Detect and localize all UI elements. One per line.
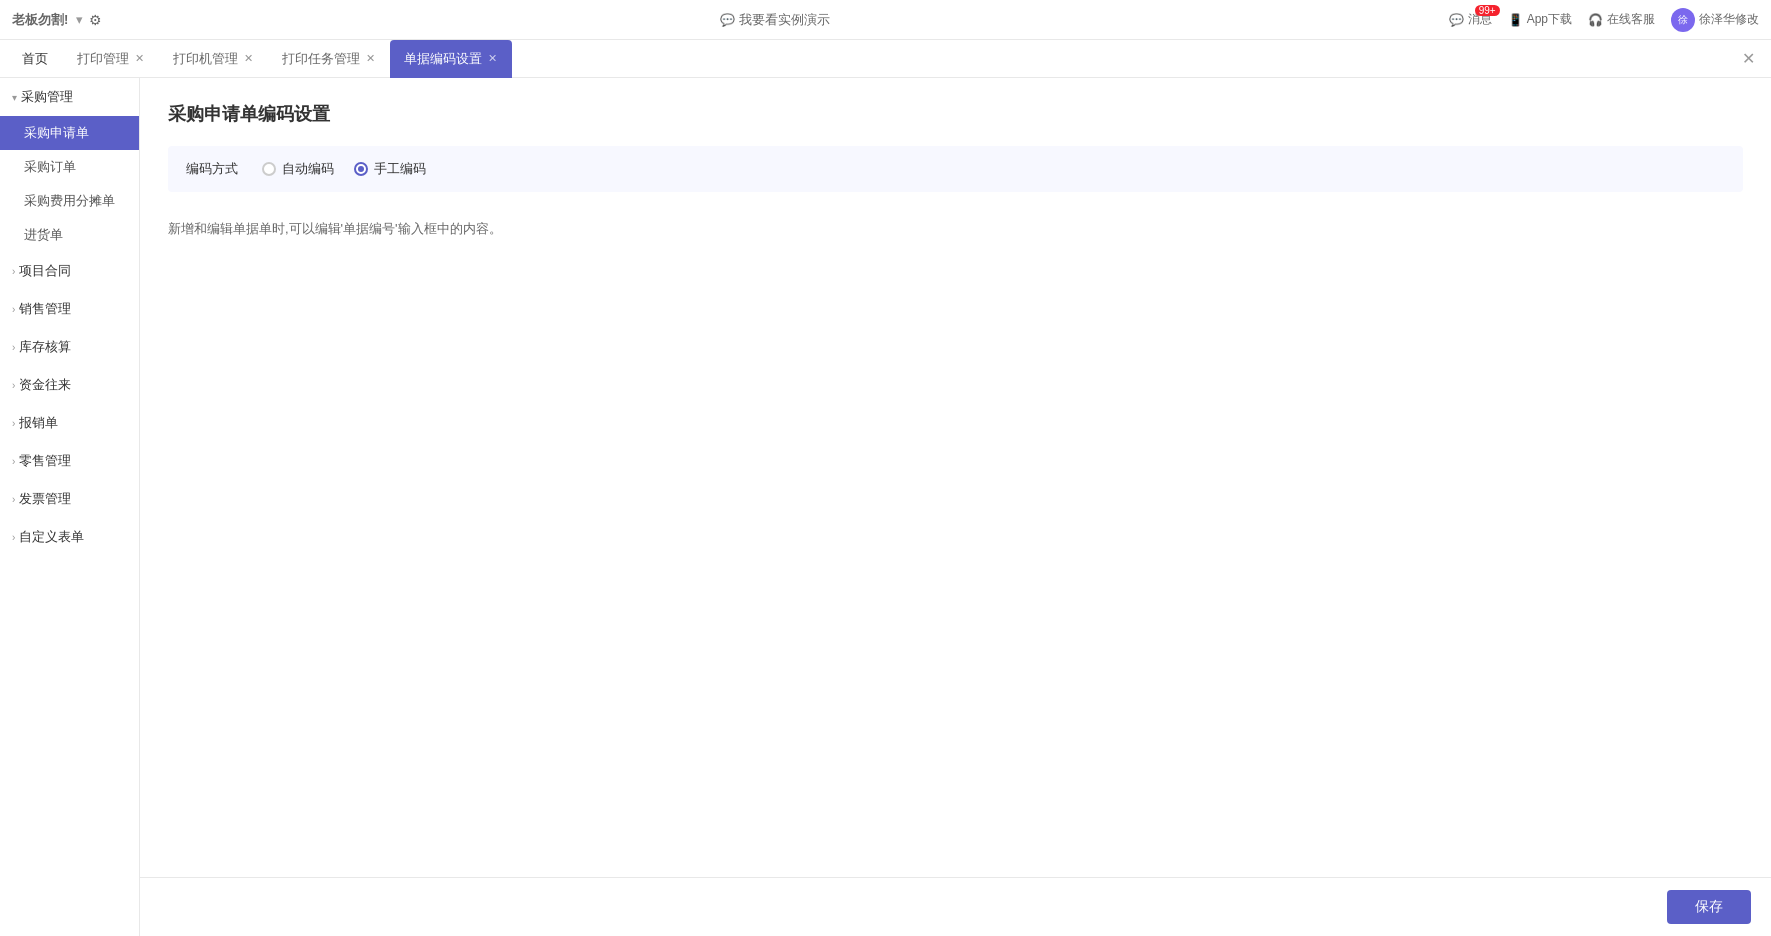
message-icon: 💬 (1449, 13, 1464, 27)
content-area: 采购申请单编码设置 编码方式 自动编码 手工编码 (140, 78, 1771, 877)
sidebar-group-header-custom-form[interactable]: › 自定义表单 (0, 518, 139, 556)
sidebar-group-capital-flow: › 资金往来 (0, 366, 139, 404)
chevron-right-icon-2: › (12, 304, 15, 315)
encoding-section: 编码方式 自动编码 手工编码 (168, 146, 1743, 192)
sidebar-group-header-purchase-management[interactable]: ▾ 采购管理 (0, 78, 139, 116)
chevron-right-icon-6: › (12, 456, 15, 467)
encoding-label: 编码方式 (186, 160, 238, 178)
radio-circle-auto (262, 162, 276, 176)
sidebar-group-sales-management: › 销售管理 (0, 290, 139, 328)
tab-printer-management[interactable]: 打印机管理 ✕ (159, 40, 268, 78)
footer: 保存 (140, 877, 1771, 936)
message-badge: 99+ (1475, 5, 1500, 16)
settings-icon[interactable]: ⚙ (89, 12, 102, 28)
dropdown-icon[interactable]: ▾ (76, 12, 83, 27)
tab-home[interactable]: 首页 (8, 40, 63, 78)
sidebar: ▾ 采购管理 采购申请单 采购订单 采购费用分摊单 进货单 › 项目合同 (0, 78, 140, 936)
sidebar-group-header-sales-management[interactable]: › 销售管理 (0, 290, 139, 328)
top-bar-left: 老板勿割! ▾ ⚙ (12, 11, 102, 29)
download-icon: 📱 (1508, 13, 1523, 27)
sidebar-group-header-capital-flow[interactable]: › 资金往来 (0, 366, 139, 404)
window-close-btn[interactable]: ✕ (1734, 49, 1763, 68)
tab-bar: 首页 打印管理 ✕ 打印机管理 ✕ 打印任务管理 ✕ 单据编码设置 ✕ ✕ (0, 40, 1771, 78)
sidebar-group-header-retail-management[interactable]: › 零售管理 (0, 442, 139, 480)
sidebar-group-header-invoice-management[interactable]: › 发票管理 (0, 480, 139, 518)
user-menu[interactable]: 徐 徐泽华修改 (1671, 8, 1759, 32)
chevron-right-icon-7: › (12, 494, 15, 505)
demo-link[interactable]: 💬 我要看实例演示 (720, 11, 830, 29)
radio-circle-manual (354, 162, 368, 176)
sidebar-group-retail-management: › 零售管理 (0, 442, 139, 480)
chevron-right-icon-5: › (12, 418, 15, 429)
encoding-radio-group: 自动编码 手工编码 (262, 160, 426, 178)
sidebar-item-purchase-requisition[interactable]: 采购申请单 (0, 116, 139, 150)
sidebar-group-sales-return: › 报销单 (0, 404, 139, 442)
avatar: 徐 (1671, 8, 1695, 32)
tab-close-document-code-settings[interactable]: ✕ (488, 52, 497, 65)
radio-auto-encoding[interactable]: 自动编码 (262, 160, 334, 178)
hint-text: 新增和编辑单据单时,可以编辑'单据编号'输入框中的内容。 (168, 212, 1743, 246)
app-logo: 老板勿割! (12, 11, 68, 29)
chevron-right-icon-4: › (12, 380, 15, 391)
sidebar-group-header-inventory-settlement[interactable]: › 库存核算 (0, 328, 139, 366)
tab-print-task-management[interactable]: 打印任务管理 ✕ (268, 40, 390, 78)
sidebar-group-custom-form: › 自定义表单 (0, 518, 139, 556)
chevron-right-icon-1: › (12, 266, 15, 277)
sidebar-group-invoice-management: › 发票管理 (0, 480, 139, 518)
chevron-right-icon-3: › (12, 342, 15, 353)
sidebar-group-header-project-contract[interactable]: › 项目合同 (0, 252, 139, 290)
sidebar-group-inventory-settlement: › 库存核算 (0, 328, 139, 366)
sidebar-item-stock-in[interactable]: 进货单 (0, 218, 139, 252)
online-service-btn[interactable]: 🎧 在线客服 (1588, 11, 1655, 28)
chevron-right-icon-8: › (12, 532, 15, 543)
save-button[interactable]: 保存 (1667, 890, 1751, 924)
main-layout: ▾ 采购管理 采购申请单 采购订单 采购费用分摊单 进货单 › 项目合同 (0, 78, 1771, 936)
app-download-btn[interactable]: 📱 App下载 (1508, 11, 1572, 28)
tab-close-printer-management[interactable]: ✕ (244, 52, 253, 65)
sidebar-item-purchase-expense-split[interactable]: 采购费用分摊单 (0, 184, 139, 218)
top-bar: 老板勿割! ▾ ⚙ 💬 我要看实例演示 💬 消息 99+ 📱 App下载 🎧 在… (0, 0, 1771, 40)
radio-manual-encoding[interactable]: 手工编码 (354, 160, 426, 178)
message-btn[interactable]: 💬 消息 99+ (1449, 11, 1492, 28)
top-bar-icons: ▾ ⚙ (76, 12, 102, 28)
service-icon: 🎧 (1588, 13, 1603, 27)
main-content: 采购申请单编码设置 编码方式 自动编码 手工编码 (140, 78, 1771, 936)
tab-close-print-management[interactable]: ✕ (135, 52, 144, 65)
sidebar-group-header-sales-return[interactable]: › 报销单 (0, 404, 139, 442)
page-title: 采购申请单编码设置 (168, 102, 1743, 126)
sidebar-item-purchase-order[interactable]: 采购订单 (0, 150, 139, 184)
tab-close-print-task-management[interactable]: ✕ (366, 52, 375, 65)
tab-print-management[interactable]: 打印管理 ✕ (63, 40, 159, 78)
top-bar-right: 💬 消息 99+ 📱 App下载 🎧 在线客服 徐 徐泽华修改 (1449, 8, 1759, 32)
tab-document-code-settings[interactable]: 单据编码设置 ✕ (390, 40, 512, 78)
sidebar-group-purchase-management: ▾ 采购管理 采购申请单 采购订单 采购费用分摊单 进货单 (0, 78, 139, 252)
chevron-down-icon: ▾ (12, 92, 17, 103)
sidebar-group-project-contract: › 项目合同 (0, 252, 139, 290)
